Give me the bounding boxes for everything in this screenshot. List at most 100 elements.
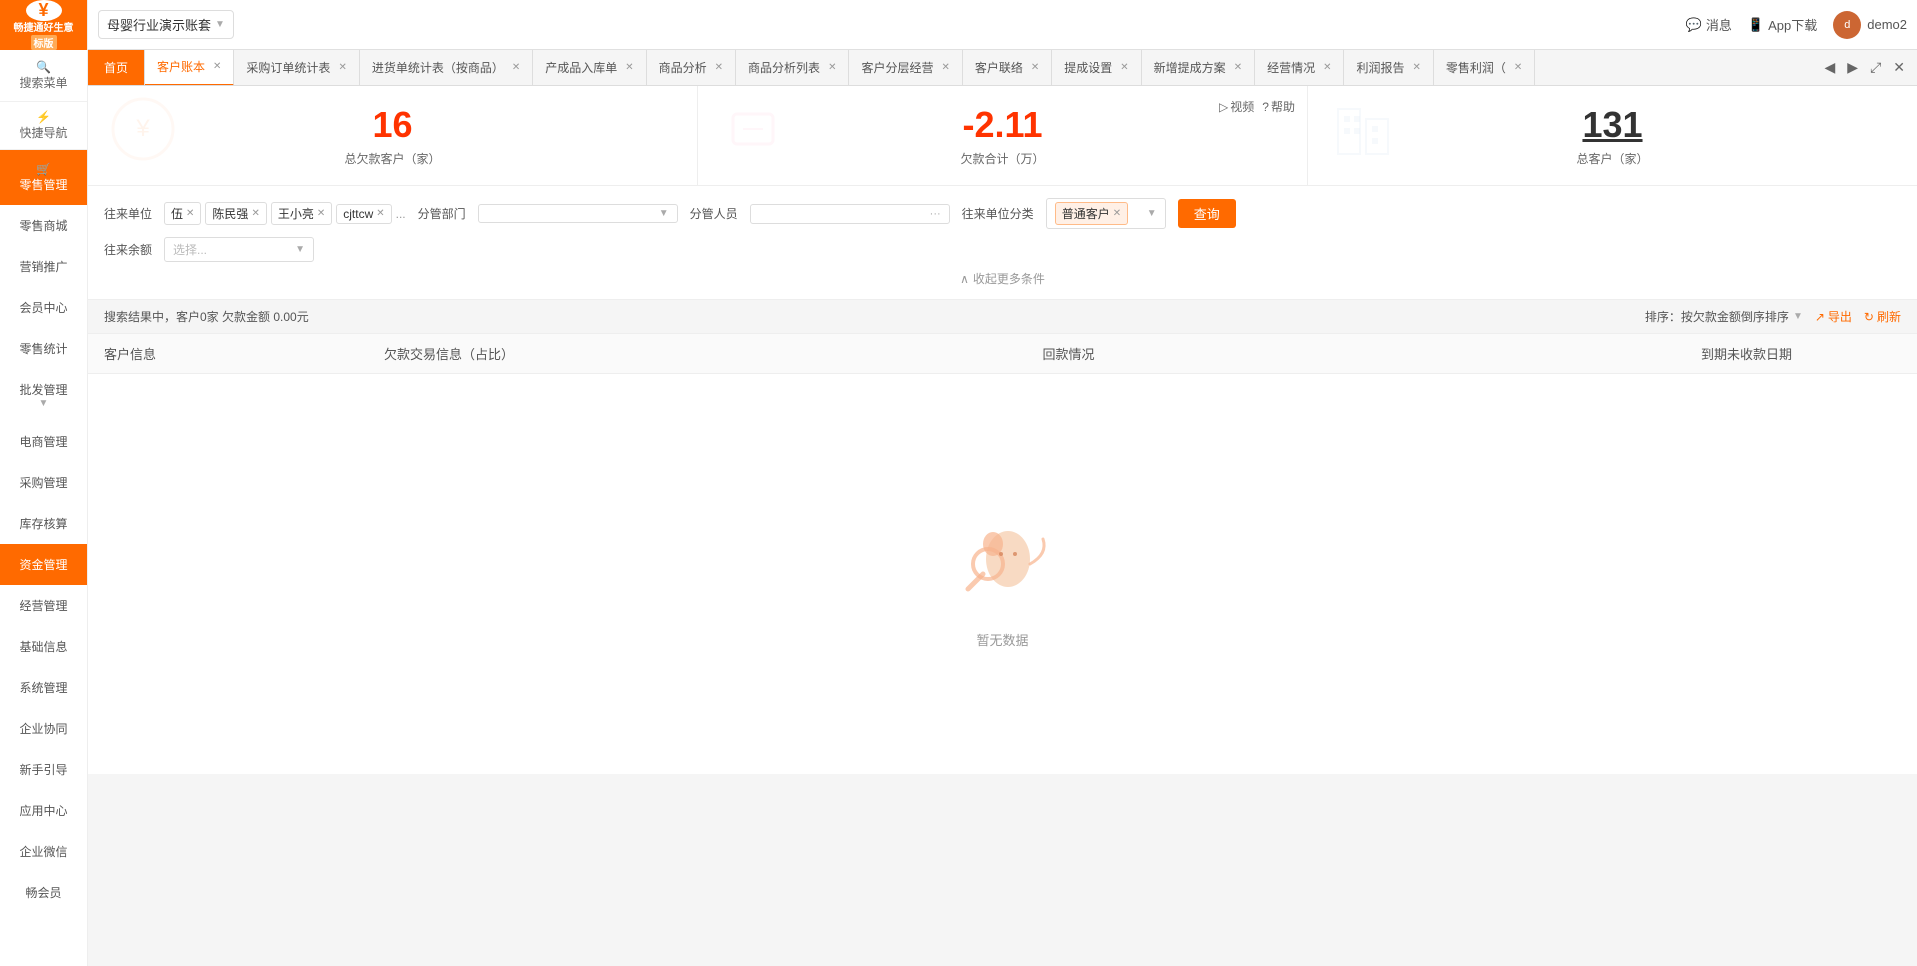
app-download-button[interactable]: 📱 App下载 [1748, 15, 1817, 34]
stat-total-customers2: 131 总客户（家） [1308, 86, 1917, 185]
sidebar-item-batch-mgmt[interactable]: 批发管理 ▼ [0, 369, 87, 421]
sort-select[interactable]: 排序：按欠款金额倒序排序 ▼ [1645, 308, 1803, 325]
close-tab-icon[interactable]: ✕ [1234, 62, 1242, 73]
filter-more-icon[interactable]: ... [396, 207, 406, 221]
sidebar-item-enterprise-collab[interactable]: 企业协同 [0, 708, 87, 749]
unit-label: 往来单位 [104, 205, 152, 222]
sidebar-item-finance[interactable]: 资金管理 [0, 544, 87, 585]
sidebar-item-operations[interactable]: 经营管理 [0, 585, 87, 626]
tab-business-situation[interactable]: 经营情况 ✕ [1255, 50, 1344, 86]
close-tab-icon[interactable]: ✕ [1120, 62, 1128, 73]
close-tab-icon[interactable]: ✕ [625, 62, 633, 73]
unit-filter-tags: 伍 ✕ 陈民强 ✕ 王小亮 ✕ cjttcw ✕ [164, 202, 406, 225]
close-tab-icon[interactable]: ✕ [1323, 62, 1331, 73]
close-tab-icon[interactable]: ✕ [512, 62, 520, 73]
results-header: 搜索结果中，客户0家 欠款金额 0.00元 排序：按欠款金额倒序排序 ▼ ↗ 导… [88, 300, 1917, 334]
close-tab-icon[interactable]: ✕ [1413, 62, 1421, 73]
close-tab-icon[interactable]: ✕ [213, 61, 221, 72]
stat-value-total[interactable]: 131 [1582, 104, 1642, 146]
tenant-selector[interactable]: 母婴行业演示账套 ▼ [98, 10, 234, 39]
tab-profit-report[interactable]: 利润报告 ✕ [1344, 50, 1433, 86]
export-button[interactable]: ↗ 导出 [1815, 308, 1852, 325]
content-area: ¥ 16 总欠款客户（家） -2.11 欠款合计（万） [88, 86, 1917, 966]
col-header-customer: 客户信息 [104, 344, 384, 363]
tag-close-icon[interactable]: ✕ [317, 208, 325, 219]
sidebar-item-member[interactable]: 畅会员 [0, 872, 87, 913]
filter-tag-cjttcw[interactable]: cjttcw ✕ [336, 204, 391, 224]
empty-text: 暂无数据 [976, 630, 1028, 649]
close-tab-icon[interactable]: ✕ [1514, 62, 1522, 73]
close-tab-icon[interactable]: ✕ [941, 62, 949, 73]
tab-retail-profit[interactable]: 零售利润（ ✕ [1434, 50, 1535, 86]
tab-customer-account[interactable]: 客户账本 ✕ [145, 50, 234, 86]
sidebar-item-membership[interactable]: 会员中心 [0, 287, 87, 328]
sidebar-item-ecommerce[interactable]: 电商管理 [0, 421, 87, 462]
video-link[interactable]: ▷ 视频 [1219, 98, 1254, 115]
stat-label-customers: 总欠款客户（家） [344, 150, 440, 167]
sidebar-item-purchase[interactable]: 采购管理 [0, 462, 87, 503]
tab-product-analysis-list[interactable]: 商品分析列表 ✕ [736, 50, 849, 86]
filter-tag-normal-customer[interactable]: 普通客户 ✕ [1055, 202, 1128, 225]
message-button[interactable]: 💬 消息 [1686, 15, 1732, 34]
close-tab-icon[interactable]: ✕ [338, 62, 346, 73]
sidebar-item-inventory[interactable]: 库存核算 [0, 503, 87, 544]
sidebar-item-system[interactable]: 系统管理 [0, 667, 87, 708]
tag-close-icon[interactable]: ✕ [376, 208, 384, 219]
sidebar-item-basic-info[interactable]: 基础信息 [0, 626, 87, 667]
filter-tag-wang[interactable]: 王小亮 ✕ [271, 202, 332, 225]
col-header-duedate: 到期未收款日期 [1701, 344, 1901, 363]
close-tab-icon[interactable]: ✕ [1031, 62, 1039, 73]
filter-tag-wu[interactable]: 伍 ✕ [164, 202, 201, 225]
sidebar-item-enterprise-wechat[interactable]: 企业微信 [0, 831, 87, 872]
stat-value-debt: -2.11 [962, 104, 1042, 146]
filter-row-1: 往来单位 伍 ✕ 陈民强 ✕ 王小亮 ✕ [104, 198, 1901, 229]
stat-value-customers: 16 [372, 104, 412, 146]
sort-dropdown-icon: ▼ [1793, 311, 1803, 322]
sidebar-item-retail[interactable]: 🛒 零售管理 [0, 150, 87, 205]
collapse-button[interactable]: ∧ 收起更多条件 [960, 270, 1045, 287]
filter-row-2: 往来余额 选择... ▼ [104, 237, 1901, 262]
filter-tag-chen[interactable]: 陈民强 ✕ [205, 202, 266, 225]
query-button[interactable]: 查询 [1178, 199, 1236, 228]
phone-icon: 📱 [1748, 17, 1764, 33]
tab-next-icon[interactable]: ▶ [1843, 59, 1862, 76]
dept-select[interactable]: ▼ [478, 204, 678, 223]
close-tab-icon[interactable]: ✕ [828, 62, 836, 73]
sidebar-item-retail-mall[interactable]: 零售商城 [0, 205, 87, 246]
sidebar-item-search[interactable]: 🔍 搜索菜单 [0, 50, 87, 102]
results-info: 搜索结果中，客户0家 欠款金额 0.00元 [104, 308, 309, 325]
stat-top-actions: ▷ 视频 ? 帮助 [1219, 98, 1295, 115]
tab-product-analysis[interactable]: 商品分析 ✕ [647, 50, 736, 86]
help-link[interactable]: ? 帮助 [1262, 98, 1295, 115]
tag-close-normal-icon[interactable]: ✕ [1113, 208, 1121, 219]
tab-inventory-stats[interactable]: 进货单统计表（按商品） ✕ [360, 50, 533, 86]
tag-close-icon[interactable]: ✕ [251, 208, 259, 219]
tag-close-icon[interactable]: ✕ [186, 208, 194, 219]
person-select[interactable]: ··· [750, 204, 950, 224]
sidebar-item-app-center[interactable]: 应用中心 [0, 790, 87, 831]
unit-class-dropdown-icon: ▼ [1147, 208, 1157, 219]
tab-customer-contact[interactable]: 客户联络 ✕ [963, 50, 1052, 86]
sidebar-item-marketing[interactable]: 营销推广 [0, 246, 87, 287]
close-tab-icon[interactable]: ✕ [715, 62, 723, 73]
tab-promotion-settings[interactable]: 提成设置 ✕ [1052, 50, 1141, 86]
tab-customer-tier[interactable]: 客户分层经营 ✕ [849, 50, 962, 86]
sidebar-item-quick-nav[interactable]: ⚡ 快捷导航 [0, 102, 87, 150]
refresh-button[interactable]: ↻ 刷新 [1864, 308, 1901, 325]
tab-purchase-order[interactable]: 采购订单统计表 ✕ [234, 50, 359, 86]
sidebar-item-new-guide[interactable]: 新手引导 [0, 749, 87, 790]
results-actions: 排序：按欠款金额倒序排序 ▼ ↗ 导出 ↻ 刷新 [1645, 308, 1901, 325]
sidebar-item-retail-stats[interactable]: 零售统计 [0, 328, 87, 369]
balance-select[interactable]: 选择... ▼ [164, 237, 314, 262]
tab-new-promo-plan[interactable]: 新增提成方案 ✕ [1142, 50, 1255, 86]
unit-class-select[interactable]: 普通客户 ✕ ▼ [1046, 198, 1166, 229]
tab-expand-icon[interactable]: ⤢ [1866, 59, 1885, 76]
empty-state: 暂无数据 [953, 439, 1053, 709]
tab-close-all-icon[interactable]: ✕ [1889, 59, 1909, 76]
tab-home[interactable]: 首页 [88, 50, 145, 86]
tab-prev-icon[interactable]: ◀ [1821, 59, 1840, 76]
tenant-dropdown-icon: ▼ [215, 19, 225, 30]
tab-product-inbound[interactable]: 产成品入库单 ✕ [533, 50, 646, 86]
sidebar-logo: ¥ 畅捷通好生意 标版 [0, 0, 87, 50]
user-profile[interactable]: d demo2 [1833, 11, 1907, 39]
